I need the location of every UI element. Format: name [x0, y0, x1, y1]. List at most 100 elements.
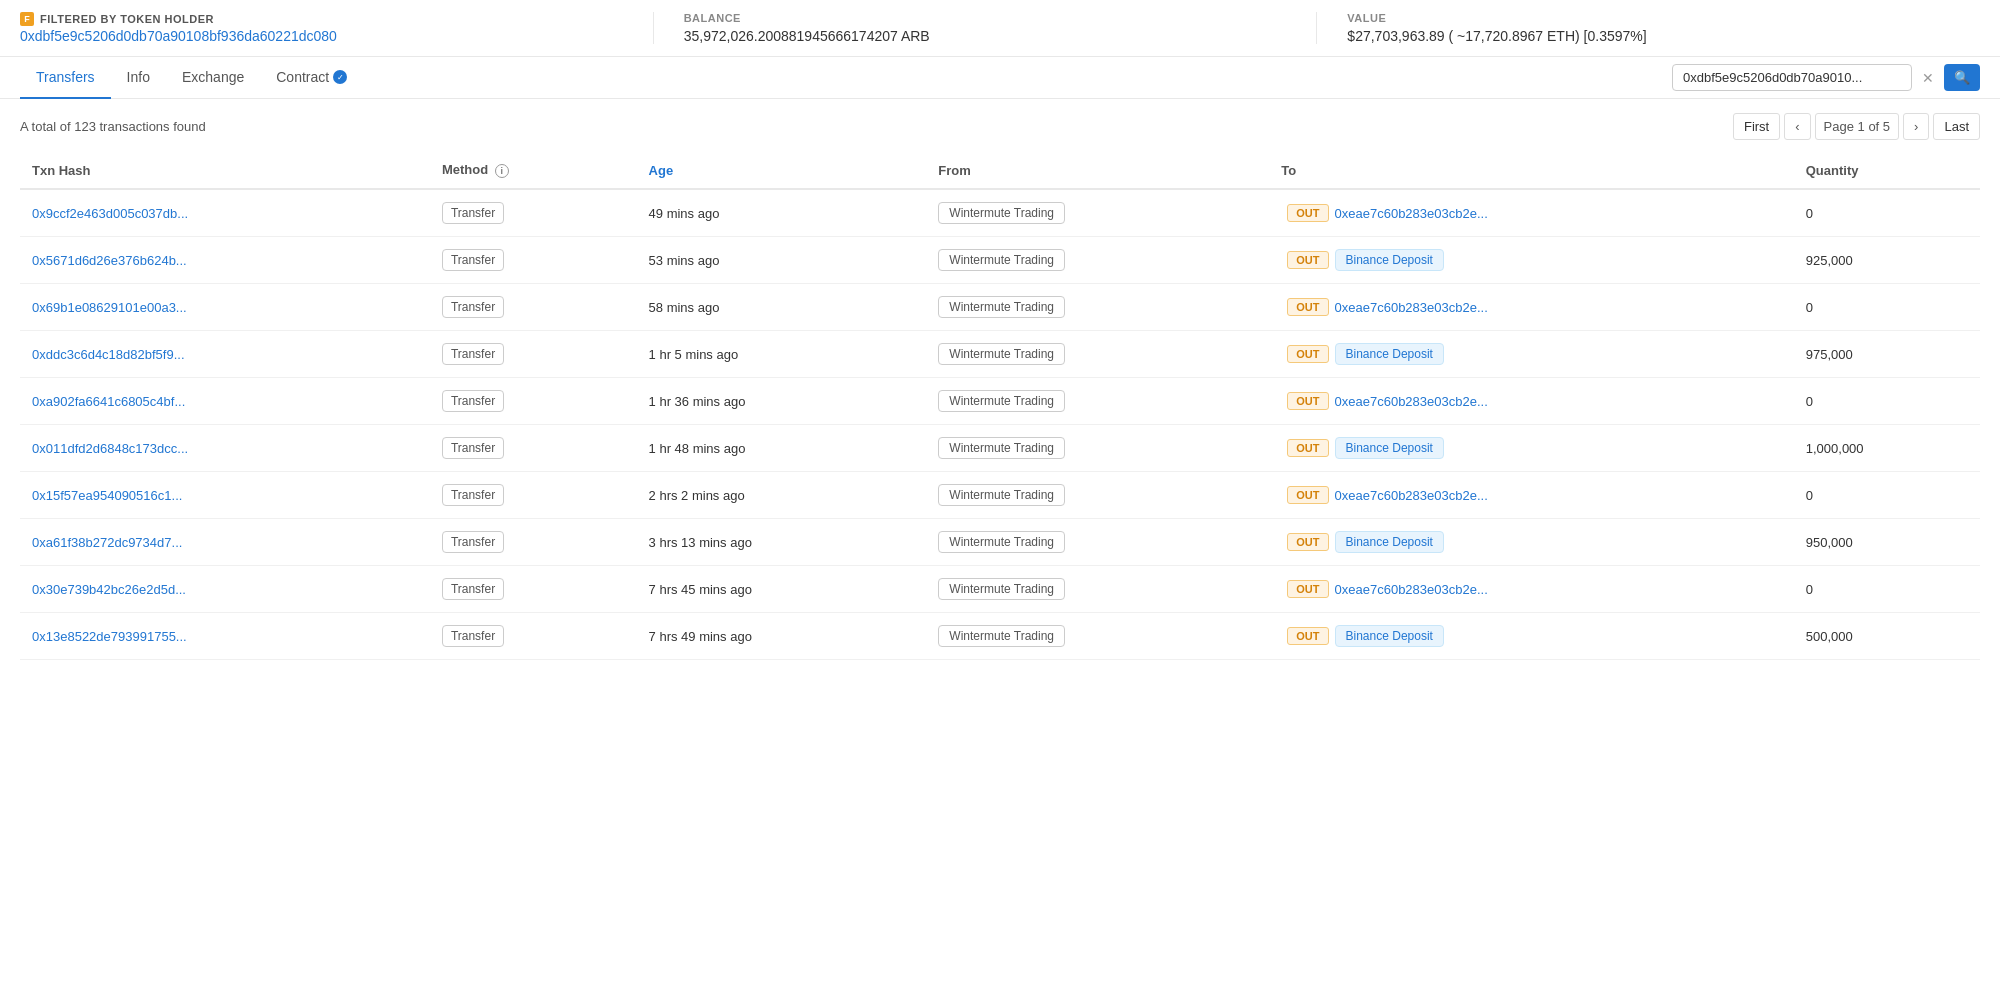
last-page-button[interactable]: Last: [1933, 113, 1980, 140]
quantity-cell: 950,000: [1794, 519, 1980, 566]
table-row: 0xddc3c6d4c18d82bf5f9... Transfer1 hr 5 m…: [20, 331, 1980, 378]
to-deposit-badge: Binance Deposit: [1335, 249, 1444, 271]
method-info-icon[interactable]: i: [495, 164, 509, 178]
address-filter-input[interactable]: [1672, 64, 1912, 91]
age-cell: 7 hrs 49 mins ago: [637, 613, 927, 660]
filter-clear-button[interactable]: ✕: [1916, 66, 1940, 90]
value-section: VALUE $27,703,963.89 ( ~17,720.8967 ETH)…: [1316, 12, 1980, 44]
direction-badge: OUT: [1287, 580, 1328, 598]
table-row: 0x011dfd2d6848c173dcc...Transfer1 hr 48 …: [20, 425, 1980, 472]
method-badge: Transfer: [442, 484, 504, 506]
table-row: 0xa902fa6641c6805c4bf...Transfer1 hr 36 …: [20, 378, 1980, 425]
from-badge: Wintermute Trading: [938, 531, 1065, 553]
to-cell: OUT 0xeae7c60b283e03cb2e...: [1269, 566, 1793, 613]
filter-input-area: ✕ 🔍: [1672, 64, 1980, 91]
from-badge: Wintermute Trading: [938, 296, 1065, 318]
tab-exchange-label: Exchange: [182, 69, 244, 85]
quantity-cell: 975,000: [1794, 331, 1980, 378]
col-quantity: Quantity: [1794, 152, 1980, 189]
tab-contract-label: Contract: [276, 69, 329, 85]
txn-hash-link[interactable]: 0xa902fa6641c6805c4bf...: [32, 394, 185, 409]
txn-hash-link[interactable]: 0x9ccf2e463d005c037db...: [32, 206, 188, 221]
quantity-cell: 0: [1794, 566, 1980, 613]
quantity-cell: 0: [1794, 284, 1980, 331]
quantity-cell: 0: [1794, 472, 1980, 519]
from-cell: Wintermute Trading: [926, 613, 1269, 660]
txn-hash-cell: 0xa61f38b272dc9734d7...: [20, 519, 430, 566]
txn-hash-link[interactable]: 0x69b1e08629101e00a3...: [32, 300, 187, 315]
method-cell: Transfer: [430, 237, 637, 284]
tab-transfers[interactable]: Transfers: [20, 57, 111, 99]
balance-section: BALANCE 35,972,026.200881945666174207 AR…: [653, 12, 1317, 44]
from-cell: Wintermute Trading: [926, 331, 1269, 378]
from-cell: Wintermute Trading: [926, 566, 1269, 613]
token-holder-address[interactable]: 0xdbf5e9c5206d0db70a90108bf936da60221dc0…: [20, 28, 337, 44]
from-badge: Wintermute Trading: [938, 390, 1065, 412]
tabs-bar: Transfers Info Exchange Contract ✓ ✕ 🔍: [0, 57, 2000, 99]
col-to: To: [1269, 152, 1793, 189]
txn-hash-link[interactable]: 0x011dfd2d6848c173dcc...: [32, 441, 188, 456]
filter-section: F FILTERED BY TOKEN HOLDER 0xdbf5e9c5206…: [20, 12, 653, 44]
method-cell: Transfer: [430, 566, 637, 613]
filter-search-button[interactable]: 🔍: [1944, 64, 1980, 91]
from-cell: Wintermute Trading: [926, 284, 1269, 331]
txn-hash-link[interactable]: 0x15f57ea954090516c1...: [32, 488, 182, 503]
tab-contract[interactable]: Contract ✓: [260, 57, 363, 99]
tab-info[interactable]: Info: [111, 57, 166, 99]
method-cell: Transfer: [430, 472, 637, 519]
filter-header: F FILTERED BY TOKEN HOLDER: [20, 12, 623, 26]
top-bar: F FILTERED BY TOKEN HOLDER 0xdbf5e9c5206…: [0, 0, 2000, 57]
txn-hash-cell: 0x30e739b42bc26e2d5d...: [20, 566, 430, 613]
txn-hash-cell: 0x011dfd2d6848c173dcc...: [20, 425, 430, 472]
quantity-cell: 925,000: [1794, 237, 1980, 284]
method-badge: Transfer: [442, 625, 504, 647]
age-cell: 3 hrs 13 mins ago: [637, 519, 927, 566]
to-cell: OUT0xeae7c60b283e03cb2e...: [1269, 284, 1793, 331]
method-badge: Transfer: [442, 578, 504, 600]
method-cell: Transfer: [430, 613, 637, 660]
method-cell: Transfer: [430, 331, 637, 378]
tab-exchange[interactable]: Exchange: [166, 57, 260, 99]
txn-hash-cell: 0xa902fa6641c6805c4bf...: [20, 378, 430, 425]
txn-hash-link[interactable]: 0x13e8522de793991755...: [32, 629, 187, 644]
txn-hash-link[interactable]: 0x30e739b42bc26e2d5d...: [32, 582, 186, 597]
transactions-table: Txn Hash Method i Age From To Quantity 0…: [20, 152, 1980, 660]
table-row: 0x5671d6d26e376b624b...Transfer53 mins a…: [20, 237, 1980, 284]
direction-badge: OUT: [1287, 439, 1328, 457]
txn-hash-link[interactable]: 0x5671d6d26e376b624b...: [32, 253, 187, 268]
to-address-link[interactable]: 0xeae7c60b283e03cb2e...: [1335, 300, 1488, 315]
table-row: 0x69b1e08629101e00a3...Transfer58 mins a…: [20, 284, 1980, 331]
first-page-button[interactable]: First: [1733, 113, 1780, 140]
txn-hash-link[interactable]: 0xa61f38b272dc9734d7...: [32, 535, 182, 550]
col-txn-hash: Txn Hash: [20, 152, 430, 189]
balance-label: BALANCE: [684, 12, 1287, 24]
direction-badge: OUT: [1287, 204, 1328, 222]
direction-badge: OUT: [1287, 345, 1328, 363]
to-address-link[interactable]: 0xeae7c60b283e03cb2e...: [1335, 488, 1488, 503]
value-text: $27,703,963.89 ( ~17,720.8967 ETH) [0.35…: [1347, 28, 1950, 44]
method-cell: Transfer: [430, 425, 637, 472]
to-cell: OUT0xeae7c60b283e03cb2e...: [1269, 472, 1793, 519]
col-age[interactable]: Age: [637, 152, 927, 189]
col-method: Method i: [430, 152, 637, 189]
col-from: From: [926, 152, 1269, 189]
method-badge: Transfer: [442, 390, 504, 412]
from-badge: Wintermute Trading: [938, 625, 1065, 647]
to-cell: OUT 0xeae7c60b283e03cb2e...: [1269, 189, 1793, 237]
to-address-link[interactable]: 0xeae7c60b283e03cb2e...: [1335, 394, 1488, 409]
to-address-link[interactable]: 0xeae7c60b283e03cb2e...: [1335, 206, 1488, 221]
from-badge: Wintermute Trading: [938, 249, 1065, 271]
txn-hash-link[interactable]: 0xddc3c6d4c18d82bf5f9...: [32, 347, 185, 362]
direction-badge: OUT: [1287, 533, 1328, 551]
from-cell: Wintermute Trading: [926, 189, 1269, 237]
next-page-button[interactable]: ›: [1903, 113, 1929, 140]
results-count: A total of 123 transactions found: [20, 119, 206, 134]
to-address-link[interactable]: 0xeae7c60b283e03cb2e...: [1335, 582, 1488, 597]
results-header: A total of 123 transactions found First …: [20, 113, 1980, 140]
age-cell: 58 mins ago: [637, 284, 927, 331]
to-cell: OUTBinance Deposit: [1269, 425, 1793, 472]
age-cell: 1 hr 5 mins ago: [637, 331, 927, 378]
prev-page-button[interactable]: ‹: [1784, 113, 1810, 140]
tab-transfers-label: Transfers: [36, 69, 95, 85]
from-badge: Wintermute Trading: [938, 578, 1065, 600]
